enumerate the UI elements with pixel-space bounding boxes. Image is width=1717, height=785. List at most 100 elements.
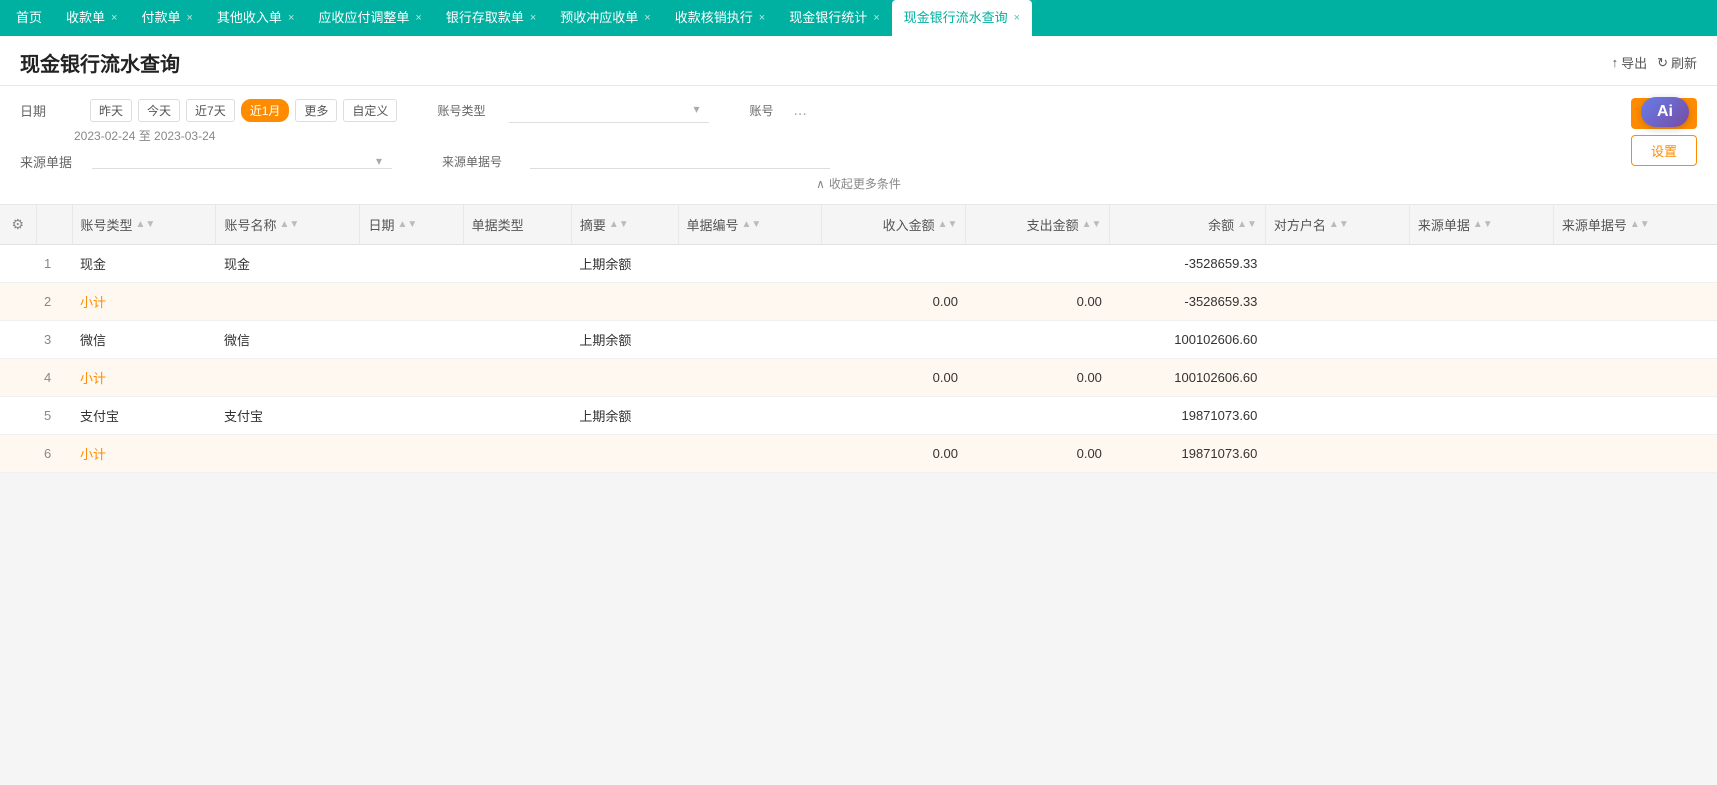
row-account-name	[216, 283, 360, 321]
row-index: 1	[36, 245, 72, 283]
row-balance: 100102606.60	[1110, 321, 1265, 359]
sort-balance-icon: ▲▼	[1237, 220, 1257, 230]
row-summary	[571, 435, 678, 473]
row-source-doc-no	[1553, 435, 1717, 473]
date-range-display: 2023-02-24 至 2023-03-24	[74, 129, 215, 143]
table-row: 5支付宝支付宝上期余额19871073.60	[0, 397, 1717, 435]
row-income: 0.00	[822, 359, 966, 397]
close-prepayment-icon[interactable]: ×	[644, 0, 650, 36]
nav-collection-verify[interactable]: 收款核销执行 ×	[663, 0, 777, 36]
date-btn-1month[interactable]: 近1月	[241, 99, 290, 122]
row-summary: 上期余额	[571, 397, 678, 435]
column-counterparty[interactable]: 对方户名 ▲▼	[1265, 205, 1409, 245]
row-date	[360, 321, 463, 359]
source-doc-no-input[interactable]	[530, 154, 830, 169]
column-date[interactable]: 日期 ▲▼	[360, 205, 463, 245]
column-doc-type: 单据类型	[463, 205, 571, 245]
nav-cash-bank-stats[interactable]: 现金银行统计 ×	[777, 0, 891, 36]
refresh-icon: ↻	[1657, 55, 1668, 71]
row-source-doc-no	[1553, 321, 1717, 359]
column-expense[interactable]: 支出金额 ▲▼	[966, 205, 1110, 245]
row-doc-no	[678, 435, 822, 473]
row-counterparty	[1265, 397, 1409, 435]
row-doc-type	[463, 321, 571, 359]
nav-cash-bank-flow[interactable]: 现金银行流水查询 ×	[892, 0, 1032, 36]
row-date	[360, 359, 463, 397]
row-balance: -3528659.33	[1110, 245, 1265, 283]
export-icon: ↑	[1612, 55, 1619, 70]
source-doc-dropdown-icon[interactable]: ▾	[376, 154, 382, 168]
row-balance: 19871073.60	[1110, 397, 1265, 435]
top-navigation: 首页 收款单 × 付款单 × 其他收入单 × 应收应付调整单 × 银行存取款单 …	[0, 0, 1717, 36]
export-button[interactable]: ↑ 导出	[1612, 53, 1648, 72]
gear-icon[interactable]: ⚙	[11, 216, 24, 232]
row-doc-type	[463, 435, 571, 473]
row-source-doc	[1409, 321, 1553, 359]
row-gear-cell	[0, 321, 36, 359]
close-bank-deposit-icon[interactable]: ×	[530, 0, 536, 36]
ai-badge[interactable]: Ai	[1641, 97, 1689, 127]
row-doc-no	[678, 321, 822, 359]
sort-expense-icon: ▲▼	[1082, 220, 1102, 230]
settings-button[interactable]: 设置	[1631, 135, 1697, 166]
row-date	[360, 397, 463, 435]
date-btn-today[interactable]: 今天	[138, 99, 180, 122]
close-other-income-icon[interactable]: ×	[288, 0, 294, 36]
close-payments-icon[interactable]: ×	[186, 0, 192, 36]
date-btn-yesterday[interactable]: 昨天	[90, 99, 132, 122]
row-index: 2	[36, 283, 72, 321]
nav-home[interactable]: 首页	[4, 0, 54, 36]
row-date	[360, 245, 463, 283]
column-doc-no[interactable]: 单据编号 ▲▼	[678, 205, 822, 245]
page-title: 现金银行流水查询	[20, 48, 180, 77]
date-btn-7days[interactable]: 近7天	[186, 99, 235, 122]
table-row: 3微信微信上期余额100102606.60	[0, 321, 1717, 359]
nav-receipts[interactable]: 收款单 ×	[54, 0, 129, 36]
row-balance: 19871073.60	[1110, 435, 1265, 473]
row-account-name: 现金	[216, 245, 360, 283]
close-ar-ap-icon[interactable]: ×	[415, 0, 421, 36]
date-btn-custom[interactable]: 自定义	[343, 99, 397, 122]
row-doc-type	[463, 283, 571, 321]
column-gear[interactable]: ⚙	[0, 205, 36, 245]
source-doc-input[interactable]	[92, 154, 372, 168]
date-btn-more[interactable]: 更多	[295, 99, 337, 122]
column-account-name[interactable]: 账号名称 ▲▼	[216, 205, 360, 245]
close-receipts-icon[interactable]: ×	[111, 0, 117, 36]
sort-income-icon: ▲▼	[938, 220, 958, 230]
row-source-doc	[1409, 435, 1553, 473]
sort-account-name-icon: ▲▼	[279, 220, 299, 230]
row-balance: 100102606.60	[1110, 359, 1265, 397]
close-stats-icon[interactable]: ×	[873, 0, 879, 36]
row-source-doc	[1409, 245, 1553, 283]
row-source-doc-no	[1553, 359, 1717, 397]
nav-other-income[interactable]: 其他收入单 ×	[205, 0, 306, 36]
column-income[interactable]: 收入金额 ▲▼	[822, 205, 966, 245]
row-counterparty	[1265, 245, 1409, 283]
nav-bank-deposit[interactable]: 银行存取款单 ×	[434, 0, 548, 36]
row-index: 3	[36, 321, 72, 359]
refresh-button[interactable]: ↻ 刷新	[1657, 53, 1697, 72]
close-collection-icon[interactable]: ×	[759, 0, 765, 36]
column-balance[interactable]: 余额 ▲▼	[1110, 205, 1265, 245]
column-account-type[interactable]: 账号类型 ▲▼	[72, 205, 216, 245]
account-dots[interactable]: ...	[793, 102, 806, 120]
row-income: 0.00	[822, 283, 966, 321]
nav-prepayment[interactable]: 预收冲应收单 ×	[548, 0, 662, 36]
collapse-bar[interactable]: ∧ 收起更多条件	[20, 171, 1697, 192]
row-expense: 0.00	[966, 435, 1110, 473]
row-doc-type	[463, 245, 571, 283]
sort-date-icon: ▲▼	[397, 220, 417, 230]
account-type-dropdown-icon[interactable]: ▾	[693, 102, 699, 116]
column-source-doc[interactable]: 来源单据 ▲▼	[1409, 205, 1553, 245]
row-doc-no	[678, 283, 822, 321]
nav-payments[interactable]: 付款单 ×	[129, 0, 204, 36]
account-type-input[interactable]	[509, 98, 689, 120]
column-source-doc-no[interactable]: 来源单据号 ▲▼	[1553, 205, 1717, 245]
column-summary[interactable]: 摘要 ▲▼	[571, 205, 678, 245]
row-gear-cell	[0, 283, 36, 321]
nav-ar-ap-adjustment[interactable]: 应收应付调整单 ×	[306, 0, 433, 36]
close-flow-icon[interactable]: ×	[1014, 0, 1020, 36]
table-row: 4小计0.000.00100102606.60	[0, 359, 1717, 397]
row-doc-no	[678, 397, 822, 435]
